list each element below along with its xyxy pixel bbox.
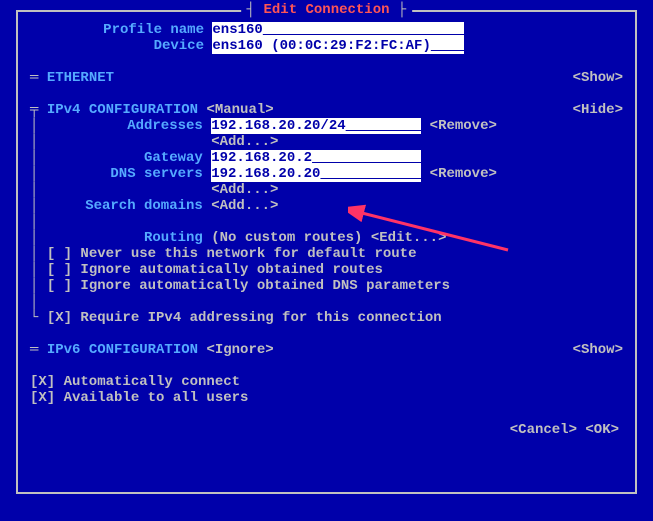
ipv4-heading: IPv4 CONFIGURATION [47, 102, 198, 118]
profile-name-input[interactable]: ens160 [212, 22, 464, 38]
auto-connect-checkbox[interactable]: [X] Automatically connect [30, 374, 240, 390]
ipv4-mode-select[interactable]: <Manual> [206, 102, 273, 118]
gateway-label: Gateway [47, 150, 203, 166]
addresses-label: Addresses [47, 118, 203, 134]
ethernet-heading: ETHERNET [47, 70, 114, 86]
search-domains-label: Search domains [47, 198, 203, 214]
device-input[interactable]: ens160 (00:0C:29:F2:FC:AF) [212, 38, 464, 54]
routing-value: (No custom routes) [211, 230, 362, 246]
gateway-input[interactable]: 192.168.20.2 [211, 150, 421, 166]
address-add-button[interactable]: <Add...> [211, 134, 278, 150]
cancel-button[interactable]: <Cancel> [510, 422, 577, 438]
ok-button[interactable]: <OK> [585, 422, 619, 438]
device-label: Device [30, 38, 204, 54]
ethernet-show-button[interactable]: <Show> [573, 70, 623, 86]
ignore-auto-routes-checkbox[interactable]: [ ] Ignore automatically obtained routes [47, 262, 383, 278]
dns-label: DNS servers [47, 166, 203, 182]
require-ipv4-checkbox[interactable]: [X] Require IPv4 addressing for this con… [47, 310, 442, 326]
never-default-route-checkbox[interactable]: [ ] Never use this network for default r… [47, 246, 417, 262]
routing-label: Routing [47, 230, 203, 246]
dialog-title: Edit Connection [263, 2, 389, 18]
dns-add-button[interactable]: <Add...> [211, 182, 278, 198]
ignore-auto-dns-checkbox[interactable]: [ ] Ignore automatically obtained DNS pa… [47, 278, 450, 294]
title-bar: ┤ Edit Connection ├ [241, 2, 413, 18]
ipv6-show-button[interactable]: <Show> [573, 342, 623, 358]
search-add-button[interactable]: <Add...> [211, 198, 278, 214]
dns-remove-button[interactable]: <Remove> [430, 166, 497, 182]
dns-input[interactable]: 192.168.20.20 [211, 166, 421, 182]
address-input[interactable]: 192.168.20.20/24 [211, 118, 421, 134]
ipv6-mode-select[interactable]: <Ignore> [206, 342, 273, 358]
ipv4-hide-button[interactable]: <Hide> [573, 102, 623, 118]
address-remove-button[interactable]: <Remove> [430, 118, 497, 134]
profile-name-label: Profile name [30, 22, 204, 38]
available-all-users-checkbox[interactable]: [X] Available to all users [30, 390, 248, 406]
routing-edit-button[interactable]: <Edit...> [371, 230, 447, 246]
ipv6-heading: IPv6 CONFIGURATION [47, 342, 198, 358]
dialog-window: ┤ Edit Connection ├ Profile name ens160 … [16, 10, 637, 494]
